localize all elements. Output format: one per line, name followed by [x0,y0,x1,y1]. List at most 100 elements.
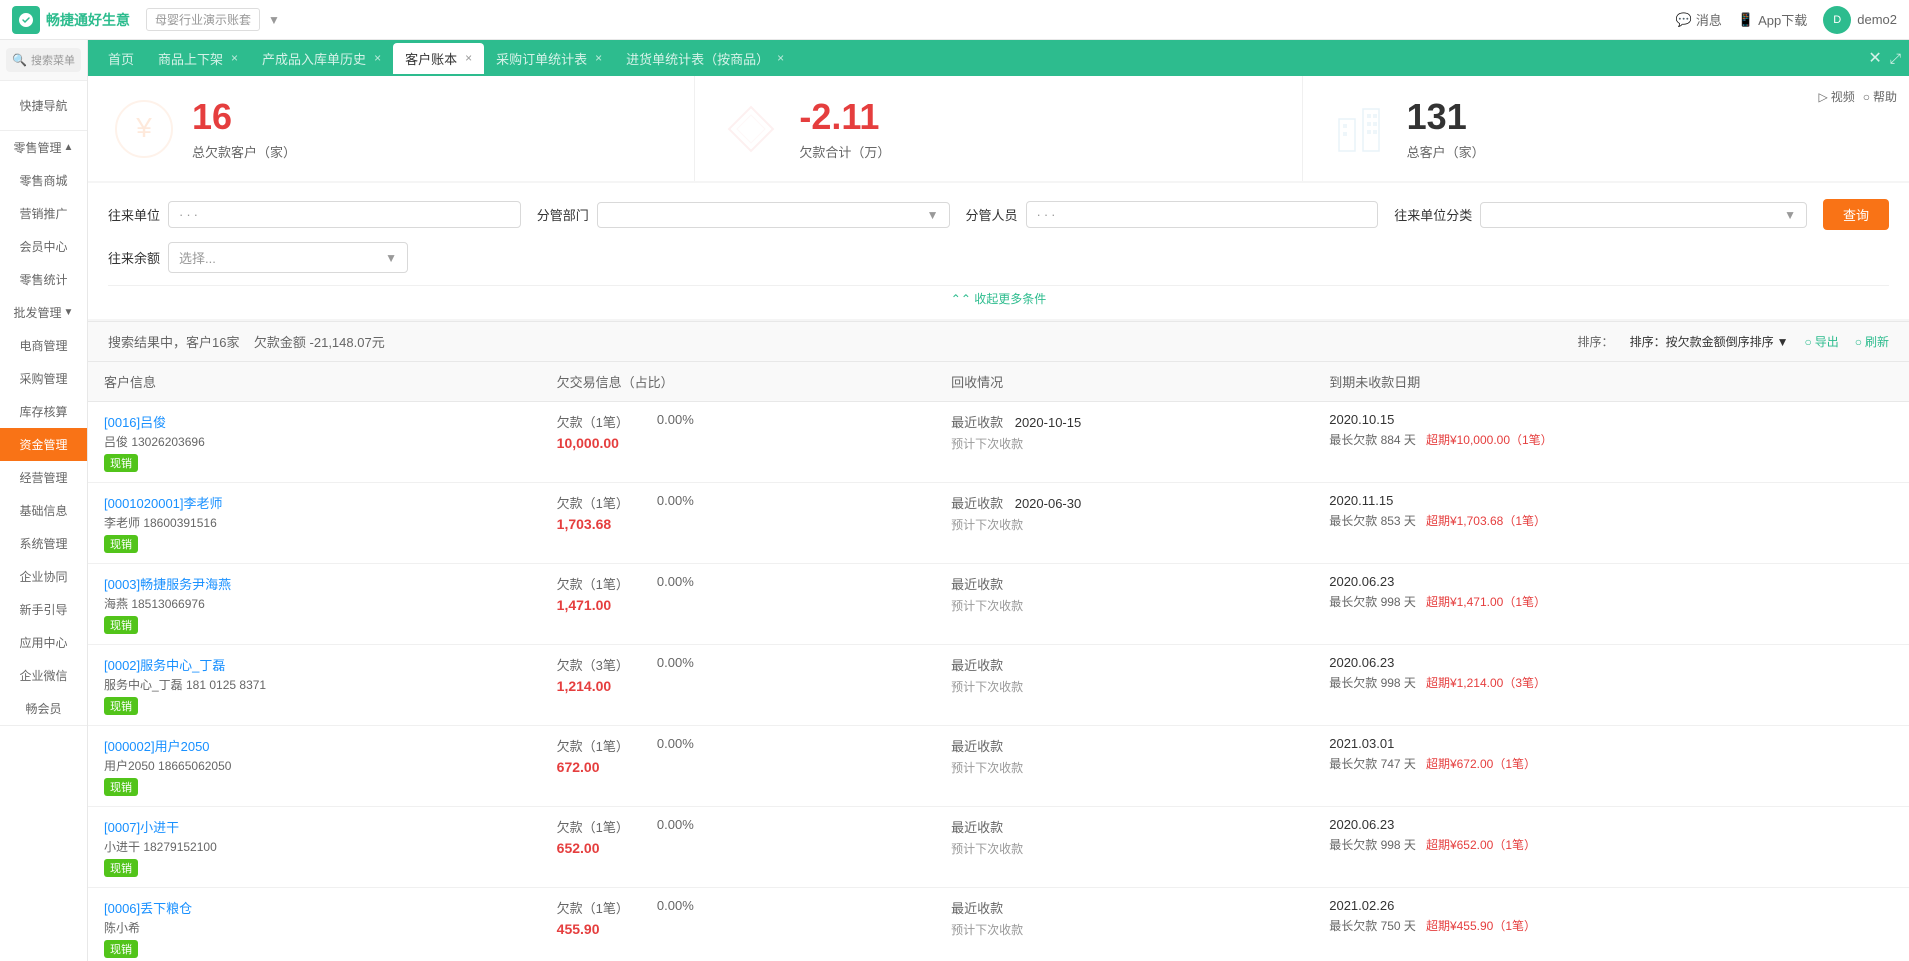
badge-cash-2: 现销 [104,616,138,634]
debt-amount-0[interactable]: 10,000.00 [557,435,629,451]
customer-name-2[interactable]: [0003]畅捷服务尹海燕 [104,574,525,593]
tab-purchase-order-close[interactable]: × [595,51,602,65]
tab-products-offline-close[interactable]: × [231,51,238,65]
logo[interactable]: 畅捷通好生意 [12,6,130,34]
sidebar-item-app-center[interactable]: 应用中心 [0,626,87,659]
debt-amount-5[interactable]: 652.00 [557,840,629,856]
overdue-date-1: 2020.11.15 [1329,493,1893,508]
overdue-amount-0[interactable]: 超期¥10,000.00（1笔） [1426,433,1553,447]
tab-production-history-close[interactable]: × [374,51,381,65]
td-due-date-2: 2020.06.23 最长欠款 998 天 超期¥1,471.00（1笔） [1313,564,1909,645]
td-recovery-5: 最近收款 预计下次收款 [935,807,1313,888]
tabs-close-all[interactable]: ✕ [1868,48,1881,68]
dept-label: 分管部门 [537,205,589,224]
tab-home[interactable]: 首页 [96,43,146,74]
unit-category-select[interactable]: ▼ [1480,202,1807,228]
tab-products-offline[interactable]: 商品上下架 × [146,43,250,74]
sidebar-item-finance[interactable]: 资金管理 [0,428,87,461]
overdue-amount-5[interactable]: 超期¥652.00（1笔） [1426,838,1536,852]
th-recovery: 回收情况 [935,362,1313,402]
sidebar-item-marketing[interactable]: 营销推广 [0,197,87,230]
balance-select[interactable]: 选择... ▼ [168,242,408,273]
search-button[interactable]: 查询 [1823,199,1889,230]
customer-name-6[interactable]: [0006]丢下粮仓 [104,898,525,917]
sort-value[interactable]: 排序：按欠款金额倒序排序 ▼ [1630,333,1789,350]
tab-production-history[interactable]: 产成品入库单历史 × [250,43,393,74]
sidebar-item-retail-mgmt[interactable]: 零售管理▲ [0,131,87,164]
quick-nav-item[interactable]: 快捷导航 [0,81,87,131]
person-input[interactable]: ··· [1026,201,1379,228]
debt-cell-6: 欠款（1笔） 455.90 0.00% [557,898,919,937]
video-btn[interactable]: ▷ 视频 [1818,88,1854,105]
message-icon: 💬 [1676,12,1692,28]
customer-name-3[interactable]: [0002]服务中心_丁磊 [104,655,525,674]
sidebar-item-system[interactable]: 系统管理 [0,527,87,560]
overdue-amount-2[interactable]: 超期¥1,471.00（1笔） [1426,595,1546,609]
debt-amount-4[interactable]: 672.00 [557,759,629,775]
sidebar-item-quick-nav[interactable]: 快捷导航 [0,89,87,122]
sidebar-item-enterprise-wechat[interactable]: 企业微信 [0,659,87,692]
refresh-btn[interactable]: ○ 刷新 [1855,333,1889,350]
sidebar-item-enterprise-collab[interactable]: 企业协同 [0,560,87,593]
user-area[interactable]: D demo2 [1823,6,1897,34]
overdue-days-5: 最长欠款 998 天 超期¥652.00（1笔） [1329,836,1893,853]
top-bar-left: 畅捷通好生意 母婴行业演示账套 ▼ [12,6,280,34]
tab-incoming-stats[interactable]: 进货单统计表（按商品） × [614,43,796,74]
tabs-bar: 首页 商品上下架 × 产成品入库单历史 × 客户账本 × 采购订单统计表 × 进… [88,40,1909,76]
export-btn[interactable]: ○ 导出 [1804,333,1838,350]
td-debt-info-1: 欠款（1笔） 1,703.68 0.00% [541,483,935,564]
sidebar-item-batch-mgmt[interactable]: 批发管理▼ [0,296,87,329]
sidebar-item-operation[interactable]: 经营管理 [0,461,87,494]
recent-pay-0: 最近收款 2020-10-15 [951,412,1297,431]
td-customer-info-0: [0016]吕俊 吕俊 13026203696 现销 [88,402,541,483]
debt-amount-2[interactable]: 1,471.00 [557,597,629,613]
stat-info-debt-customers: 16 总欠款客户（家） [192,96,296,161]
sidebar-item-new-guide[interactable]: 新手引导 [0,593,87,626]
debt-cell-2: 欠款（1笔） 1,471.00 0.00% [557,574,919,613]
tab-customer-account[interactable]: 客户账本 × [393,43,484,74]
dept-select[interactable]: ▼ [597,202,950,228]
dropdown-arrow[interactable]: ▼ [268,13,280,27]
recent-pay-label-6: 最近收款 [951,901,1003,916]
search-menu-input[interactable]: 🔍 搜索菜单 [6,48,81,72]
logo-icon [12,6,40,34]
sidebar-item-purchase[interactable]: 采购管理 [0,362,87,395]
customer-name-0[interactable]: [0016]吕俊 [104,412,525,431]
customer-name-5[interactable]: [0007]小进干 [104,817,525,836]
sidebar-item-basic-info[interactable]: 基础信息 [0,494,87,527]
balance-value: 选择... [179,248,216,267]
sidebar-item-vip-member[interactable]: 畅会员 [0,692,87,725]
overdue-amount-6[interactable]: 超期¥455.90（1笔） [1426,919,1536,933]
sidebar-item-member-center[interactable]: 会员中心 [0,230,87,263]
debt-amount-6[interactable]: 455.90 [557,921,629,937]
tab-purchase-order[interactable]: 采购订单统计表 × [484,43,614,74]
data-table: 客户信息 欠交易信息（占比） 回收情况 到期未收款日期 [0016]吕俊 吕俊 … [88,362,1909,961]
from-unit-label: 往来单位 [108,205,160,224]
sidebar-item-ecommerce[interactable]: 电商管理 [0,329,87,362]
sidebar-item-retail-stats[interactable]: 零售统计 [0,263,87,296]
overdue-amount-1[interactable]: 超期¥1,703.68（1笔） [1426,514,1546,528]
tab-production-history-label: 产成品入库单历史 [262,49,366,68]
tabs-expand[interactable]: ⤢ [1890,50,1901,67]
from-unit-input[interactable]: ··· [168,201,521,228]
tab-home-label: 首页 [108,49,134,68]
overdue-amount-4[interactable]: 超期¥672.00（1笔） [1426,757,1536,771]
sidebar-item-retail-store[interactable]: 零售商城 [0,164,87,197]
stat-icon-money: ¥ [112,97,176,161]
overdue-amount-3[interactable]: 超期¥1,214.00（3笔） [1426,676,1546,690]
customer-name-1[interactable]: [0001020001]李老师 [104,493,525,512]
filter-collapse-btn[interactable]: ⌃⌃ 收起更多条件 [108,285,1889,311]
sidebar-item-inventory[interactable]: 库存核算 [0,395,87,428]
next-pay-0: 预计下次收款 [951,435,1297,452]
message-btn[interactable]: 💬 消息 [1676,10,1722,29]
debt-amount-3[interactable]: 1,214.00 [557,678,629,694]
debt-amount-1[interactable]: 1,703.68 [557,516,629,532]
tab-customer-account-close[interactable]: × [465,51,472,65]
td-debt-info-0: 欠款（1笔） 10,000.00 0.00% [541,402,935,483]
app-download-btn[interactable]: 📱 App下载 [1738,10,1807,29]
results-summary: 搜索结果中，客户16家 欠款金额 -21,148.07元 [108,332,385,351]
table-row: [000002]用户2050 用户2050 18665062050 现销 欠款（… [88,726,1909,807]
tab-incoming-stats-close[interactable]: × [777,51,784,65]
help-btn[interactable]: ○ 帮助 [1863,88,1897,105]
customer-name-4[interactable]: [000002]用户2050 [104,736,525,755]
